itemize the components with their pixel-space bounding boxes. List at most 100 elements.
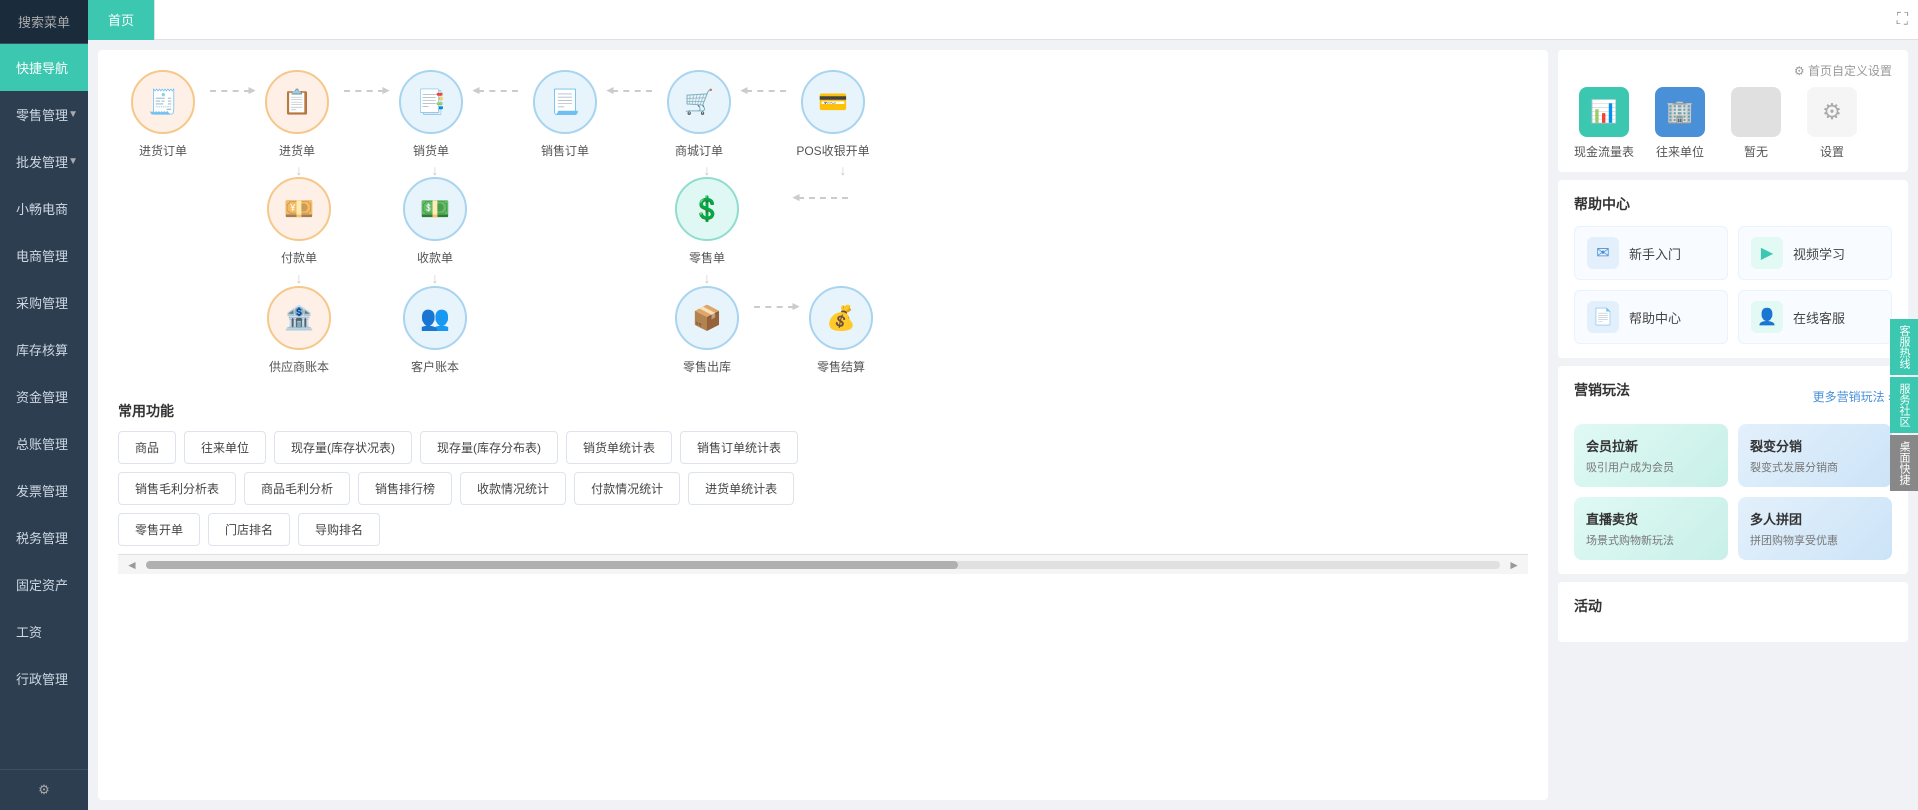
quick-nav-icon-3[interactable]: ⚙ 设置 <box>1802 87 1862 160</box>
sidebar-item-11[interactable]: 固定资产 <box>0 561 88 608</box>
sidebar-item-12[interactable]: 工资 <box>0 608 88 655</box>
help-item-2[interactable]: 📄 帮助中心 <box>1574 290 1728 344</box>
float-btn-2[interactable]: 桌面快捷 <box>1890 435 1918 491</box>
quick-icon-label-0: 现金流量表 <box>1574 143 1634 160</box>
sidebar-item-13[interactable]: 行政管理 <box>0 655 88 702</box>
sales-label: 销货单 <box>413 142 449 159</box>
quick-icon-box-1: 🏢 <box>1655 87 1705 137</box>
main-content: 首页 ⛶ 🧾 进货订单 <box>88 0 1918 810</box>
sidebar-item-5[interactable]: 采购管理 <box>0 279 88 326</box>
node-receipt[interactable]: 💵 收款单 <box>390 177 480 266</box>
sidebar-label-2: 批发管理 <box>16 152 68 171</box>
marketing-card-0[interactable]: 会员拉新 吸引用户成为会员 <box>1574 424 1728 487</box>
node-purchase[interactable]: 📋 进货单 <box>252 70 342 159</box>
sidebar-search-label: 搜索菜单 <box>18 15 70 30</box>
sidebar-item-6[interactable]: 库存核算 <box>0 326 88 373</box>
scroll-track[interactable] <box>146 561 1500 569</box>
tabs-bar: 首页 ⛶ <box>88 0 1918 40</box>
marketing-card-3[interactable]: 多人拼团 拼团购物享受优惠 <box>1738 497 1892 560</box>
quick-nav-icon-0[interactable]: 📊 现金流量表 <box>1574 87 1634 160</box>
cf-btn-0-1[interactable]: 往来单位 <box>184 431 266 464</box>
sidebar-item-2[interactable]: 批发管理▼ <box>0 138 88 185</box>
sidebar-label-6: 库存核算 <box>16 340 68 359</box>
tab-home[interactable]: 首页 <box>88 0 155 40</box>
supplier-account-icon: 🏦 <box>267 286 331 350</box>
marketing-section: 营销玩法 更多营销玩法 › 会员拉新 吸引用户成为会员裂变分销 裂变式发展分销商… <box>1558 366 1908 574</box>
node-payment[interactable]: 💴 付款单 <box>254 177 344 266</box>
sidebar-arrow-2: ▼ <box>68 156 78 167</box>
purchase-icon: 📋 <box>265 70 329 134</box>
settings-icon: ⚙ <box>38 782 50 797</box>
cf-btn-2-1[interactable]: 门店排名 <box>208 513 290 546</box>
cf-btn-1-0[interactable]: 销售毛利分析表 <box>118 472 236 505</box>
quick-nav-section: ⚙ 首页自定义设置 📊 现金流量表 🏢 往来单位 暂无 ⚙ 设置 <box>1558 50 1908 172</box>
mc-title-2: 直播卖货 <box>1586 509 1716 528</box>
common-functions-title: 常用功能 <box>118 401 1528 421</box>
sidebar-item-4[interactable]: 电商管理 <box>0 232 88 279</box>
node-retail-settlement[interactable]: 💰 零售结算 <box>796 286 886 375</box>
cf-btn-1-3[interactable]: 收款情况统计 <box>460 472 566 505</box>
cf-btn-0-4[interactable]: 销货单统计表 <box>566 431 672 464</box>
scroll-bar: ◄ ► <box>118 554 1528 574</box>
cf-btn-1-1[interactable]: 商品毛利分析 <box>244 472 350 505</box>
help-grid: ✉ 新手入门▶ 视频学习📄 帮助中心👤 在线客服 <box>1574 226 1892 344</box>
sidebar-item-3[interactable]: 小畅电商 <box>0 185 88 232</box>
node-pos[interactable]: 💳 POS收银开单 <box>788 70 878 159</box>
node-customer-account[interactable]: 👥 客户账本 <box>390 286 480 375</box>
node-retail[interactable]: 💲 零售单 <box>662 177 752 266</box>
cf-btn-1-5[interactable]: 进货单统计表 <box>688 472 794 505</box>
cf-btn-2-2[interactable]: 导购排名 <box>298 513 380 546</box>
purchase-order-icon: 🧾 <box>131 70 195 134</box>
cf-btn-1-2[interactable]: 销售排行榜 <box>358 472 452 505</box>
sidebar-item-0[interactable]: 快捷导航 <box>0 44 88 91</box>
marketing-more-link[interactable]: 更多营销玩法 › <box>1813 388 1892 405</box>
cf-btn-0-3[interactable]: 现存量(库存分布表) <box>420 431 558 464</box>
quick-nav-icon-2[interactable]: 暂无 <box>1726 87 1786 160</box>
mall-order-label: 商城订单 <box>675 142 723 159</box>
scroll-right-arrow[interactable]: ► <box>1504 558 1524 572</box>
cf-btn-0-2[interactable]: 现存量(库存状况表) <box>274 431 412 464</box>
sidebar-item-1[interactable]: 零售管理▼ <box>0 91 88 138</box>
node-sales[interactable]: 📑 销货单 <box>386 70 476 159</box>
node-sales-order[interactable]: 📃 销售订单 <box>520 70 610 159</box>
sidebar-item-7[interactable]: 资金管理 <box>0 373 88 420</box>
sidebar-settings[interactable]: ⚙ <box>0 769 88 810</box>
help-icon-0: ✉ <box>1587 237 1619 269</box>
node-retail-out[interactable]: 📦 零售出库 <box>662 286 752 375</box>
mc-desc-2: 场景式购物新玩法 <box>1586 532 1716 548</box>
cf-btn-2-0[interactable]: 零售开单 <box>118 513 200 546</box>
help-item-3[interactable]: 👤 在线客服 <box>1738 290 1892 344</box>
sidebar-item-10[interactable]: 税务管理 <box>0 514 88 561</box>
sidebar-search[interactable]: 搜索菜单 <box>0 0 88 44</box>
mc-title-1: 裂变分销 <box>1750 436 1880 455</box>
retail-settlement-icon: 💰 <box>809 286 873 350</box>
sidebar-item-9[interactable]: 发票管理 <box>0 467 88 514</box>
payment-label: 付款单 <box>281 249 317 266</box>
retail-out-icon: 📦 <box>675 286 739 350</box>
cf-btn-0-0[interactable]: 商品 <box>118 431 176 464</box>
retail-label: 零售单 <box>689 249 725 266</box>
home-customize-settings[interactable]: ⚙ 首页自定义设置 <box>1574 62 1892 79</box>
settings-label: ⚙ 首页自定义设置 <box>1794 64 1892 78</box>
retail-settlement-label: 零售结算 <box>817 358 865 375</box>
scroll-left-arrow[interactable]: ◄ <box>122 558 142 572</box>
marketing-card-1[interactable]: 裂变分销 裂变式发展分销商 <box>1738 424 1892 487</box>
help-icon-1: ▶ <box>1751 237 1783 269</box>
cf-btn-1-4[interactable]: 付款情况统计 <box>574 472 680 505</box>
sidebar-label-9: 发票管理 <box>16 481 68 500</box>
sidebar-label-4: 电商管理 <box>16 246 68 265</box>
help-item-1[interactable]: ▶ 视频学习 <box>1738 226 1892 280</box>
tab-expand[interactable]: ⛶ <box>1897 11 1918 29</box>
flow-diagram-section: 🧾 进货订单 ► 📋 进货单 <box>118 70 1528 391</box>
node-mall-order[interactable]: 🛒 商城订单 <box>654 70 744 159</box>
marketing-card-2[interactable]: 直播卖货 场景式购物新玩法 <box>1574 497 1728 560</box>
receipt-label: 收款单 <box>417 249 453 266</box>
node-supplier-account[interactable]: 🏦 供应商账本 <box>254 286 344 375</box>
float-btn-0[interactable]: 客服热线 <box>1890 319 1918 375</box>
node-purchase-order[interactable]: 🧾 进货订单 <box>118 70 208 159</box>
float-btn-1[interactable]: 服务社区 <box>1890 377 1918 433</box>
sidebar-item-8[interactable]: 总账管理 <box>0 420 88 467</box>
quick-nav-icon-1[interactable]: 🏢 往来单位 <box>1650 87 1710 160</box>
help-item-0[interactable]: ✉ 新手入门 <box>1574 226 1728 280</box>
cf-btn-0-5[interactable]: 销售订单统计表 <box>680 431 798 464</box>
